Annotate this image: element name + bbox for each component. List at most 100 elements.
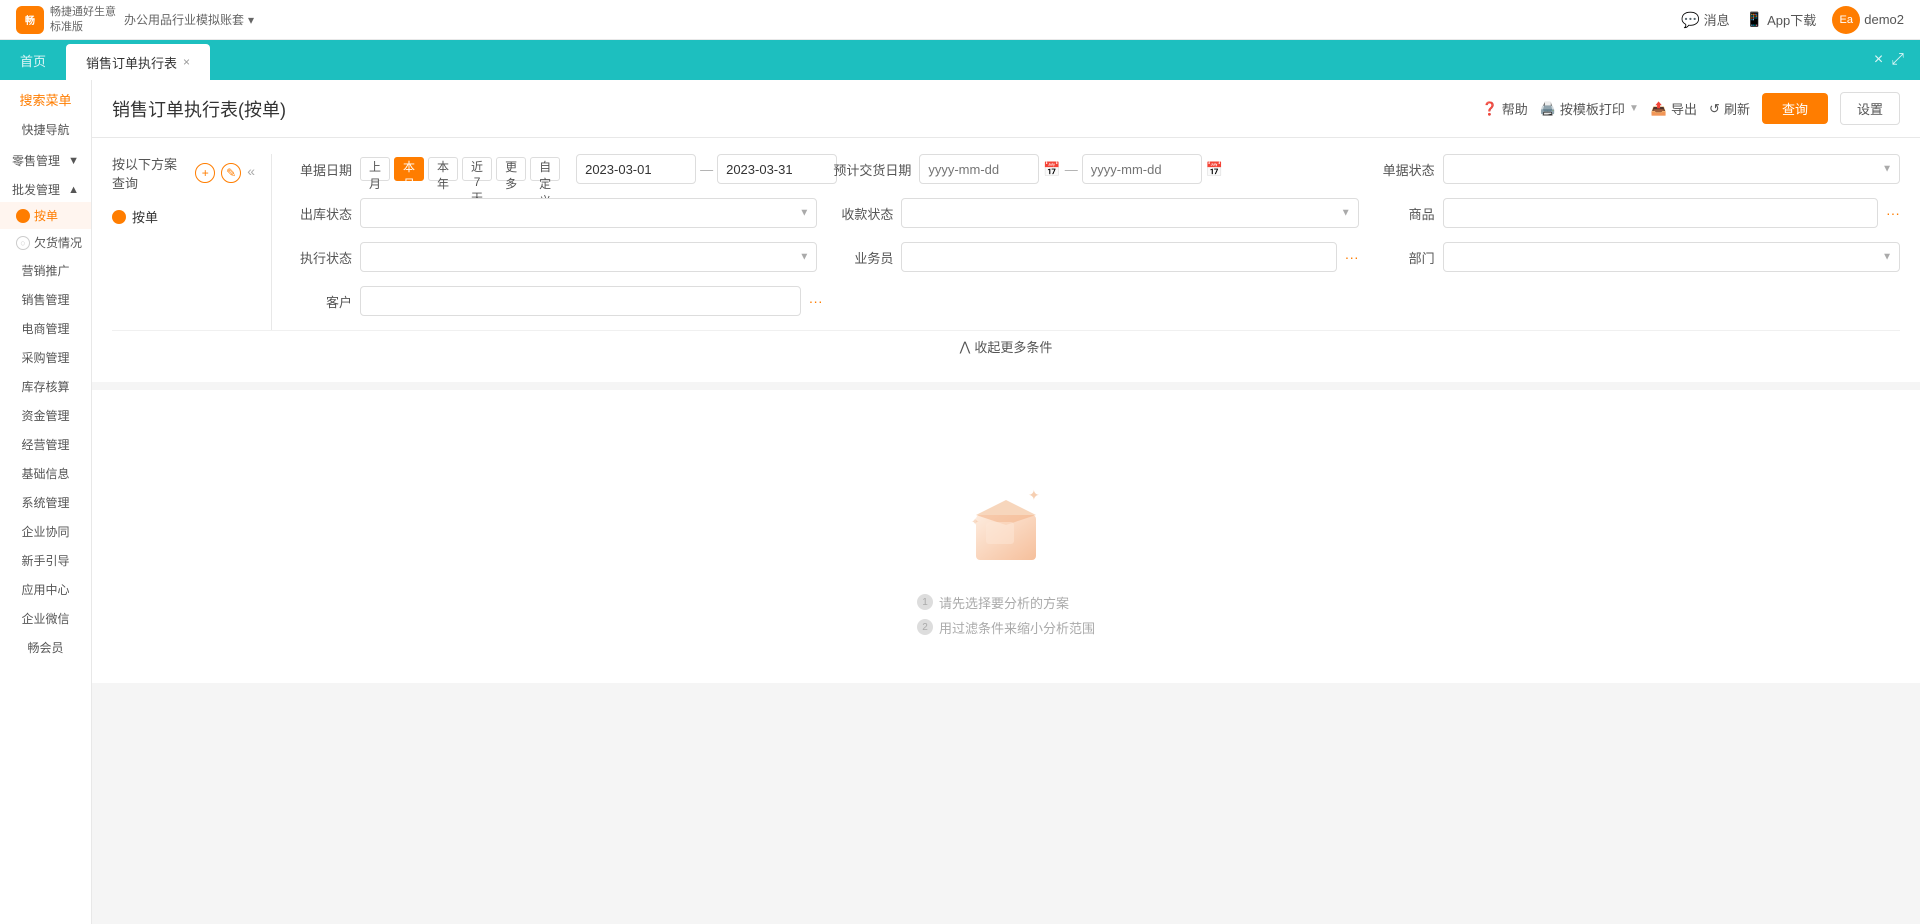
shipping-status-label: 出库状态 [292,204,352,223]
print-button[interactable]: 🖨️ 按模板打印 ▼ [1540,99,1639,118]
sidebar-search[interactable]: 搜索菜单 [0,80,91,115]
salesperson-input[interactable] [901,242,1336,272]
main-layout: 搜索菜单 快捷导航 零售管理 ▼ 批发管理 ▲ 按单 ○ 欠货情况 营销推广 销… [0,80,1920,924]
tab-sales-order-exec[interactable]: 销售订单执行表 × [66,44,210,80]
expected-date-label: 预计交货日期 [833,160,911,179]
filter-fields-panel: 单据日期 上月 本月 本年 近7天 更多 自定义 — [272,154,1900,330]
export-button[interactable]: 📤 导出 [1651,99,1697,118]
customer-ellipsis-button[interactable]: ··· [809,293,823,309]
sidebar-item-newbie[interactable]: 新手引导 [0,546,91,575]
tab-close-icon[interactable]: × [183,55,190,69]
sidebar-item-basic[interactable]: 基础信息 [0,459,91,488]
print-arrow-icon: ▼ [1629,103,1639,114]
tab-close-window-button[interactable]: × [1874,51,1883,69]
sidebar-item-appcenter[interactable]: 应用中心 [0,575,91,604]
export-icon: 📤 [1651,101,1667,117]
divider [92,382,1920,390]
sidebar-item-corpwechat[interactable]: 企业微信 [0,604,91,633]
user-profile-button[interactable]: Ea demo2 [1832,6,1904,34]
scheme-collapse-button[interactable]: « [247,163,255,183]
collapse-up-icon: ⋀ [960,339,971,355]
logo-area: 畅 畅捷通好生意 标准版 [16,5,116,34]
sidebar-item-wholesale[interactable]: 批发管理 ▲ [0,173,91,202]
filter-customer-field: 客户 ··· [292,286,823,316]
date-btn-last-month[interactable]: 上月 [360,157,390,181]
help-button[interactable]: ❓ 帮助 [1482,99,1528,118]
filter-scheme-header: 按以下方案查询 + ✎ « [112,154,255,192]
sidebar-expand-icon-wholesale: ▲ [68,184,79,196]
date-btn-last7[interactable]: 近7天 [462,157,492,181]
date-btn-custom[interactable]: 自定义 [530,157,560,181]
filter-row-2: 出库状态 收款状态 [292,198,1900,228]
sidebar-item-finance[interactable]: 资金管理 [0,401,91,430]
date-from-input[interactable] [576,154,696,184]
tab-home[interactable]: 首页 [0,40,66,80]
sidebar-item-stock[interactable]: 库存核算 [0,372,91,401]
salesperson-ellipsis-button[interactable]: ··· [1345,249,1359,265]
collapse-row: ⋀ 收起更多条件 [112,330,1900,366]
date-btn-more[interactable]: 更多 [496,157,526,181]
logo-text: 畅捷通好生意 标准版 [50,5,116,34]
content-area: 销售订单执行表(按单) ❓ 帮助 🖨️ 按模板打印 ▼ 📤 导出 ↺ 刷新 [92,80,1920,924]
exec-status-select[interactable] [360,242,817,272]
sidebar-label-retail: 零售管理 [12,152,60,169]
filter-row-1: 单据日期 上月 本月 本年 近7天 更多 自定义 — [292,154,1900,184]
scheme-edit-button[interactable]: ✎ [221,163,241,183]
filter-shipping-status-field: 出库状态 [292,198,817,228]
customer-input[interactable] [360,286,801,316]
sidebar-item-system[interactable]: 系统管理 [0,488,91,517]
sidebar-quick-nav[interactable]: 快捷导航 [0,115,91,144]
filter-scheme-actions: + ✎ « [195,163,255,183]
sidebar-item-marketing[interactable]: 营销推广 [0,256,91,285]
avatar: Ea [1832,6,1860,34]
calendar-from-icon[interactable]: 📅 [1043,161,1060,178]
goods-input[interactable] [1443,198,1878,228]
exec-status-label: 执行状态 [292,248,352,267]
date-btn-this-month[interactable]: 本月 [394,157,424,181]
sidebar-sub-anqua[interactable]: 按单 [0,202,91,229]
date-btn-this-year[interactable]: 本年 [428,157,458,181]
scheme-item-anqua[interactable]: 按单 [112,202,255,231]
page-actions: ❓ 帮助 🖨️ 按模板打印 ▼ 📤 导出 ↺ 刷新 查询 设置 [1482,92,1900,137]
logo-icon: 畅 [16,6,44,34]
doc-date-label: 单据日期 [292,160,352,179]
sidebar-item-ecommerce[interactable]: 电商管理 [0,314,91,343]
empty-tips: 1 请先选择要分析的方案 2 用过滤条件来缩小分析范围 [917,593,1095,643]
message-button[interactable]: 💬 消息 [1681,10,1730,29]
filter-scheme-panel: 按以下方案查询 + ✎ « 按单 [112,154,272,330]
doc-status-label: 单据状态 [1375,160,1435,179]
filter-exec-status-field: 执行状态 [292,242,817,272]
dept-select[interactable] [1443,242,1900,272]
tab-maximize-button[interactable]: ⤢ [1891,51,1904,69]
sidebar-item-enterprise[interactable]: 企业协同 [0,517,91,546]
collection-status-select[interactable] [901,198,1358,228]
breadcrumb-arrow-icon: ▾ [248,13,254,27]
sidebar-item-vip[interactable]: 畅会员 [0,633,91,662]
empty-state: ✦ ✦ 1 请先选择要分析的方案 2 用过滤条件来缩小分析范围 [92,390,1920,683]
search-button[interactable]: 查询 [1762,93,1828,124]
expected-date-from-input[interactable] [919,154,1039,184]
inactive-scheme-dot: ○ [16,236,30,250]
filter-salesperson-field: 业务员 ··· [833,242,1358,272]
scheme-add-button[interactable]: + [195,163,215,183]
app-download-button[interactable]: 📱 App下载 [1746,10,1817,29]
calendar-to-icon[interactable]: 📅 [1206,161,1223,178]
help-icon: ❓ [1482,101,1498,117]
expected-date-range: 📅 — 📅 [919,154,1358,184]
shipping-status-select[interactable] [360,198,817,228]
sidebar-item-purchase[interactable]: 采购管理 [0,343,91,372]
sidebar-item-sales[interactable]: 销售管理 [0,285,91,314]
date-to-input[interactable] [717,154,837,184]
sidebar-sub-debt[interactable]: ○ 欠货情况 [0,229,91,256]
refresh-button[interactable]: ↺ 刷新 [1709,99,1750,118]
sidebar-item-operation[interactable]: 经营管理 [0,430,91,459]
goods-ellipsis-button[interactable]: ··· [1886,205,1900,221]
expected-date-to-input[interactable] [1082,154,1202,184]
sidebar-item-retail[interactable]: 零售管理 ▼ [0,144,91,173]
dept-label: 部门 [1375,248,1435,267]
doc-status-select[interactable] [1443,154,1900,184]
empty-illustration: ✦ ✦ [956,470,1056,573]
collapse-button[interactable]: ⋀ 收起更多条件 [960,337,1053,356]
settings-button[interactable]: 设置 [1840,92,1900,125]
top-bar-left: 畅 畅捷通好生意 标准版 办公用品行业模拟账套 ▾ [16,5,254,34]
